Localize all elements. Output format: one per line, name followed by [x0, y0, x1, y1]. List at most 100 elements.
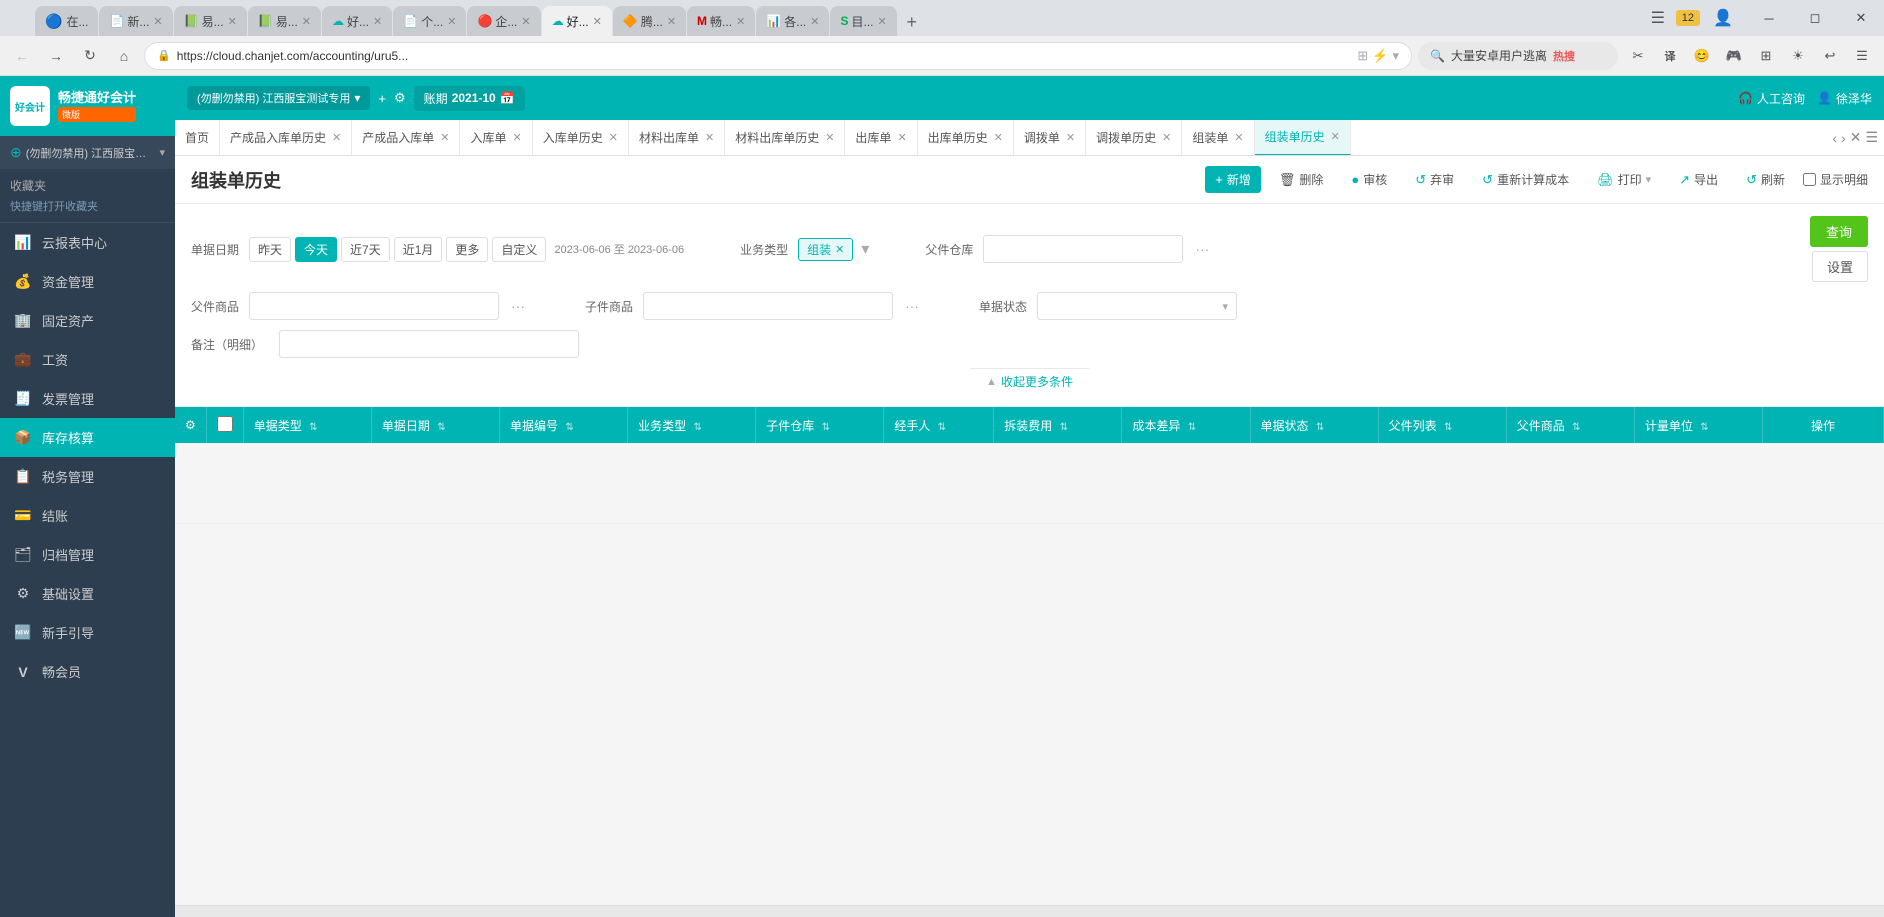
tab-next-btn[interactable]: › — [1841, 130, 1846, 146]
user-btn[interactable]: 👤 徐泽华 — [1817, 90, 1872, 107]
tab-close-5[interactable]: ✕ — [373, 15, 382, 28]
browser-tab-2[interactable]: 📄 新... ✕ — [99, 6, 172, 36]
browser-tab-4[interactable]: 📗 易... ✕ — [248, 6, 321, 36]
tab-close-11[interactable]: ✕ — [810, 15, 819, 28]
tab-close-4[interactable]: ✕ — [302, 15, 311, 28]
remark-input[interactable] — [279, 330, 579, 358]
browser-tab-3[interactable]: 📗 易... ✕ — [174, 6, 247, 36]
sidebar-item-member[interactable]: V 畅会员 — [0, 652, 175, 691]
tab-mat-out[interactable]: 材料出库单 ✕ — [629, 120, 725, 156]
home-btn[interactable]: ⌂ — [110, 42, 138, 70]
maximize-btn[interactable]: ◻ — [1792, 0, 1838, 36]
refresh-btn[interactable]: ↺ 刷新 — [1736, 166, 1795, 193]
tab-close-8[interactable]: ✕ — [593, 15, 602, 28]
header-add-btn[interactable]: + — [378, 91, 386, 106]
company-dropdown[interactable]: ▾ — [159, 146, 165, 159]
tab-close-out-order[interactable]: ✕ — [897, 131, 906, 144]
scissors-btn[interactable]: ✂ — [1624, 42, 1652, 70]
header-settings-btn[interactable]: ⚙ — [394, 90, 406, 106]
sidebar-item-cloud-report[interactable]: 📊 云报表中心 — [0, 223, 175, 262]
export-btn[interactable]: ↗ 导出 — [1669, 166, 1728, 193]
sidebar-item-inventory[interactable]: 📦 库存核算 — [0, 418, 175, 457]
tab-close-12[interactable]: ✕ — [878, 15, 887, 28]
tab-transfer-history[interactable]: 调拨单历史 ✕ — [1086, 120, 1182, 156]
header-company-dropdown[interactable]: ▾ — [354, 91, 360, 105]
tab-close-transfer-history[interactable]: ✕ — [1162, 131, 1171, 144]
sun-btn[interactable]: ☀ — [1784, 42, 1812, 70]
col-disassemble-fee[interactable]: 拆装费用 ⇅ — [994, 407, 1122, 443]
tab-close-assembly-history[interactable]: ✕ — [1331, 130, 1340, 143]
tab-close-mat-out-history[interactable]: ✕ — [825, 131, 834, 144]
col-date[interactable]: 单据日期 ⇅ — [371, 407, 499, 443]
tab-assembly[interactable]: 组装单 ✕ — [1182, 120, 1254, 156]
sidebar-item-archive[interactable]: 🗂 归档管理 — [0, 535, 175, 574]
recalc-btn[interactable]: ↺ 重新计算成本 — [1472, 166, 1579, 193]
tab-transfer[interactable]: 调拨单 ✕ — [1014, 120, 1086, 156]
sidebar-item-tax[interactable]: 📋 税务管理 — [0, 457, 175, 496]
sidebar-item-finance[interactable]: 💰 资金管理 — [0, 262, 175, 301]
col-type[interactable]: 单据类型 ⇅ — [243, 407, 371, 443]
child-goods-more[interactable]: ··· — [901, 298, 923, 314]
tab-prev-btn[interactable]: ‹ — [1832, 130, 1837, 146]
today-btn[interactable]: 今天 — [295, 237, 337, 262]
delete-btn[interactable]: 🗑 删除 — [1269, 166, 1334, 193]
col-child-warehouse[interactable]: 子件仓库 ⇅ — [756, 407, 884, 443]
abandon-btn[interactable]: ↺ 弃审 — [1405, 166, 1464, 193]
tab-close-9[interactable]: ✕ — [667, 15, 676, 28]
more-btn[interactable]: 更多 — [446, 237, 488, 262]
new-btn[interactable]: + 新增 — [1205, 166, 1261, 193]
sidebar-company[interactable]: ⊕ (勿删勿禁用) 江西服宝测试专用 ▾ — [0, 136, 175, 169]
tab-search-btn[interactable]: ☰ — [1644, 4, 1672, 32]
yesterday-btn[interactable]: 昨天 — [249, 237, 291, 262]
col-handler[interactable]: 经手人 ⇅ — [884, 407, 994, 443]
tab-mat-out-history[interactable]: 材料出库单历史 ✕ — [725, 120, 845, 156]
sidebar-item-settlement[interactable]: 💳 结账 — [0, 496, 175, 535]
col-biz-type[interactable]: 业务类型 ⇅ — [628, 407, 756, 443]
consult-btn[interactable]: 🎧 人工咨询 — [1738, 90, 1805, 107]
browser-tab-7[interactable]: 🔴 企... ✕ — [467, 6, 540, 36]
tab-close-transfer[interactable]: ✕ — [1066, 131, 1075, 144]
tab-close-6[interactable]: ✕ — [447, 15, 456, 28]
back-btn[interactable]: ← — [8, 42, 36, 70]
biz-type-dropdown[interactable]: ▾ — [861, 239, 869, 259]
col-number[interactable]: 单据编号 ⇅ — [499, 407, 627, 443]
query-btn[interactable]: 查询 — [1810, 216, 1868, 247]
col-cost-diff[interactable]: 成本差异 ⇅ — [1122, 407, 1250, 443]
grid-btn[interactable]: ⊞ — [1752, 42, 1780, 70]
tab-close-in-history[interactable]: ✕ — [609, 131, 618, 144]
browser-tab-12[interactable]: S 目... ✕ — [830, 6, 896, 36]
tab-in-history[interactable]: 入库单历史 ✕ — [533, 120, 629, 156]
tab-in-order[interactable]: 入库单 ✕ — [460, 120, 532, 156]
tab-close-7[interactable]: ✕ — [521, 15, 530, 28]
minimize-btn[interactable]: ─ — [1746, 0, 1792, 36]
browser-tab-6[interactable]: 📄 个... ✕ — [393, 6, 466, 36]
approve-btn[interactable]: ● 审核 — [1341, 166, 1397, 193]
custom-btn[interactable]: 自定义 — [492, 237, 546, 262]
profile-btn[interactable]: 👤 — [1700, 0, 1746, 36]
col-parent-list[interactable]: 父件列表 ⇅ — [1378, 407, 1506, 443]
biz-type-tag-close[interactable]: ✕ — [835, 243, 844, 256]
scrollbar-area[interactable] — [175, 905, 1884, 917]
collapse-btn[interactable]: ▲ 收起更多条件 — [970, 368, 1089, 394]
print-btn[interactable]: 🖨 打印 ▾ — [1587, 166, 1661, 193]
search-bar[interactable]: 🔍 大量安卓用户逃离 热搜 — [1418, 42, 1618, 70]
tab-out-order[interactable]: 出库单 ✕ — [845, 120, 917, 156]
print-dropdown[interactable]: ▾ — [1646, 173, 1652, 186]
browser-tab-8[interactable]: ☁ 好... ✕ — [542, 6, 612, 36]
sidebar-item-basic-settings[interactable]: ⚙ 基础设置 — [0, 574, 175, 613]
tab-close-3[interactable]: ✕ — [228, 15, 237, 28]
browser-tab-1[interactable]: 🔵 在... — [35, 6, 98, 36]
select-all-checkbox[interactable] — [217, 416, 233, 432]
col-settings[interactable]: ⚙ — [175, 407, 206, 443]
menu-btn[interactable]: ☰ — [1848, 42, 1876, 70]
show-detail-checkbox-label[interactable]: 显示明细 — [1803, 171, 1868, 188]
tab-close-10[interactable]: ✕ — [736, 15, 745, 28]
browser-tab-11[interactable]: 📊 各... ✕ — [756, 6, 829, 36]
browser-tab-9[interactable]: 🔶 腾... ✕ — [613, 6, 686, 36]
tab-home[interactable]: 首页 — [175, 120, 220, 156]
header-period[interactable]: 账期 2021-10 📅 — [414, 86, 525, 111]
dropdown-icon[interactable]: ▾ — [1392, 48, 1399, 64]
browser-tab-10[interactable]: M 畅... ✕ — [687, 6, 755, 36]
sidebar-item-payroll[interactable]: 💼 工资 — [0, 340, 175, 379]
undo-btn[interactable]: ↩ — [1816, 42, 1844, 70]
